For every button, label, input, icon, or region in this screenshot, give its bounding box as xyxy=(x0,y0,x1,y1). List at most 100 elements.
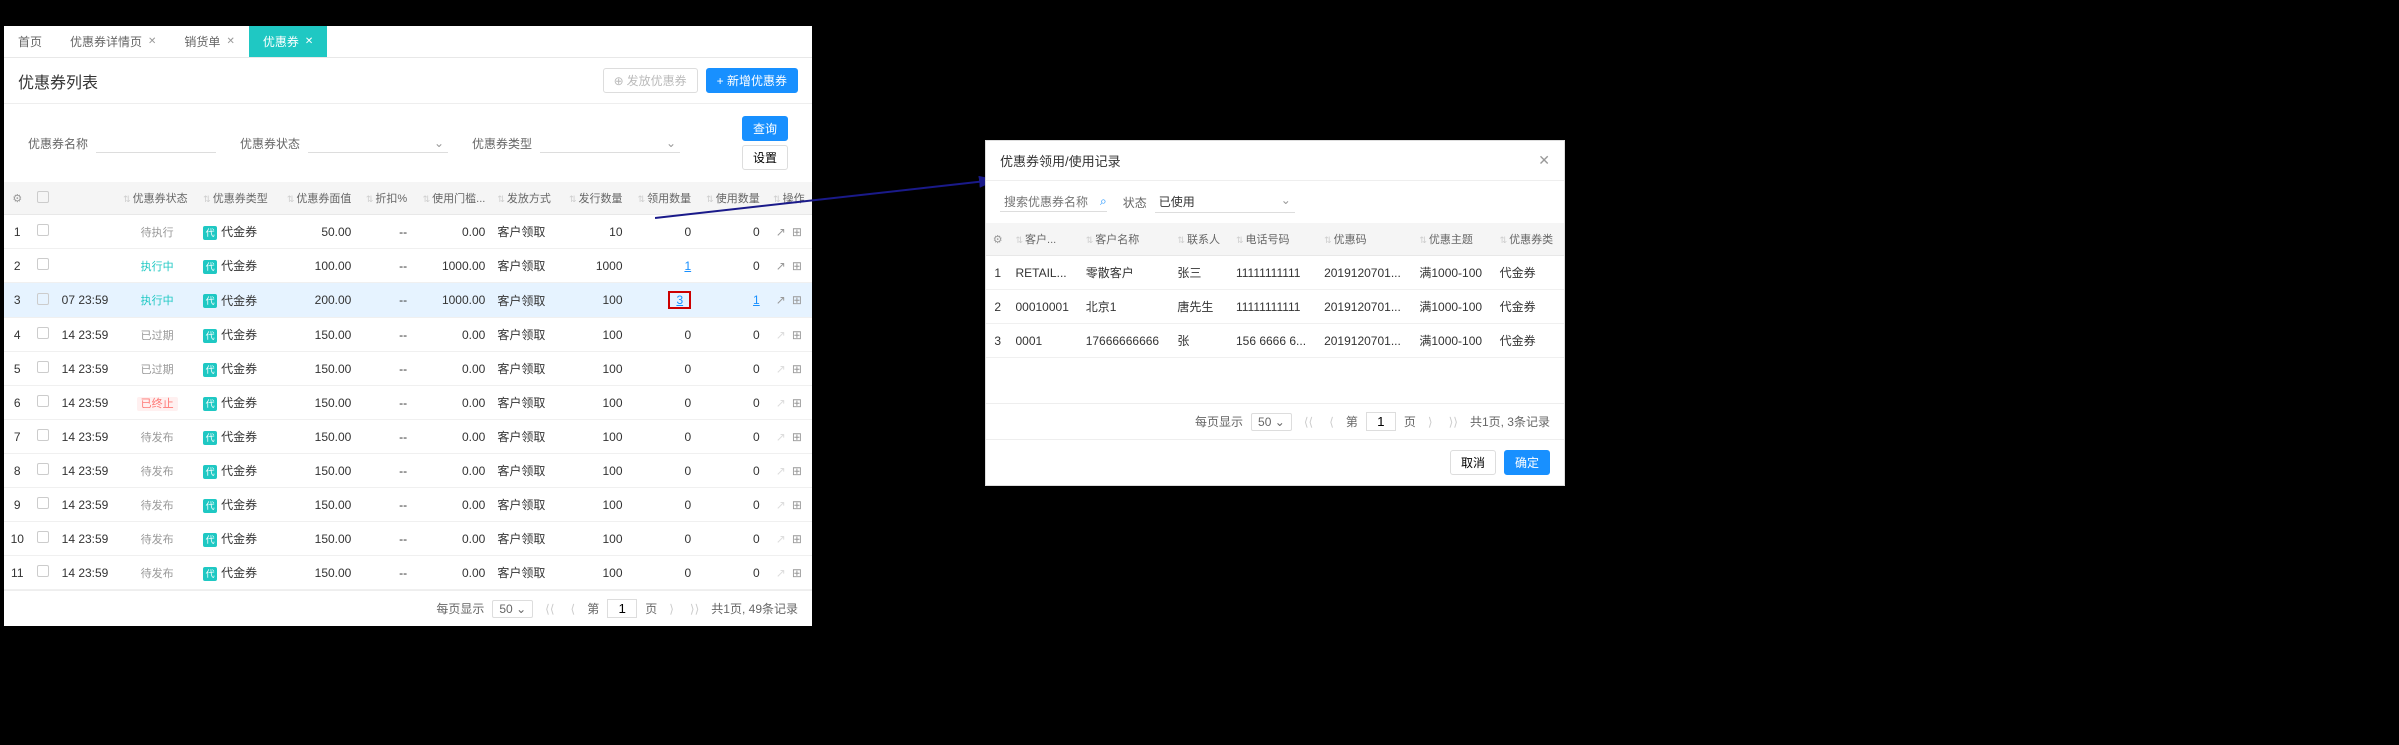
gear-icon[interactable]: ⚙ xyxy=(12,193,22,205)
confirm-button[interactable]: 确定 xyxy=(1504,450,1550,475)
col-header[interactable]: ⇅客户... xyxy=(1009,223,1079,256)
col-header[interactable]: ⇅使用数量 xyxy=(697,182,766,215)
close-icon[interactable]: ✕ xyxy=(1538,152,1550,169)
qr-icon[interactable]: ⊞ xyxy=(792,464,802,478)
col-header[interactable]: ⇅电话号码 xyxy=(1230,223,1318,256)
first-page-icon[interactable]: ⟨⟨ xyxy=(541,602,558,616)
filter-name-input[interactable] xyxy=(96,134,216,153)
issue-coupon-button[interactable]: ⊕发放优惠券 xyxy=(603,68,698,93)
claim-count-link[interactable]: 3 xyxy=(676,293,683,307)
share-icon[interactable]: ↗ xyxy=(776,293,786,307)
table-row[interactable]: 1014 23:59待发布代代金券150.00--0.00客户领取10000↗⊞ xyxy=(4,522,812,556)
col-header[interactable]: ⇅操作 xyxy=(766,182,812,215)
qr-icon[interactable]: ⊞ xyxy=(792,532,802,546)
settings-button[interactable]: 设置 xyxy=(742,145,788,170)
qr-icon[interactable]: ⊞ xyxy=(792,396,802,410)
qr-icon[interactable]: ⊞ xyxy=(792,362,802,376)
prev-page-icon[interactable]: ⟨ xyxy=(1325,415,1338,429)
claim-count-link[interactable]: 1 xyxy=(684,259,691,273)
qr-icon[interactable]: ⊞ xyxy=(792,259,802,273)
modal-page-input[interactable] xyxy=(1366,412,1396,431)
tab-销货单[interactable]: 销货单✕ xyxy=(170,26,248,57)
row-checkbox[interactable] xyxy=(37,293,49,305)
qr-icon[interactable]: ⊞ xyxy=(792,225,802,239)
col-header[interactable]: ⇅优惠券面值 xyxy=(277,182,357,215)
table-row[interactable]: 3000117666666666张156 6666 6...2019120701… xyxy=(986,324,1564,358)
col-header[interactable]: ⇅发行数量 xyxy=(560,182,629,215)
search-icon[interactable]: ⌕ xyxy=(1100,194,1107,209)
table-row[interactable]: 307 23:59执行中代代金券200.00--1000.00客户领取10031… xyxy=(4,283,812,318)
row-checkbox[interactable] xyxy=(37,463,49,475)
col-header[interactable]: ⇅折扣% xyxy=(357,182,413,215)
tab-首页[interactable]: 首页 xyxy=(4,26,56,57)
tab-优惠券[interactable]: 优惠券✕ xyxy=(249,26,327,57)
table-row[interactable]: 200010001北京1唐先生111111111112019120701...满… xyxy=(986,290,1564,324)
col-header[interactable]: ⇅使用门槛... xyxy=(413,182,491,215)
col-header[interactable]: ⇅客户名称 xyxy=(1080,223,1172,256)
share-icon[interactable]: ↗ xyxy=(776,259,786,273)
row-checkbox[interactable] xyxy=(37,395,49,407)
table-row[interactable]: 1待执行代代金券50.00--0.00客户领取1000↗⊞ xyxy=(4,215,812,249)
table-row[interactable]: 2执行中代代金券100.00--1000.00客户领取100010↗⊞ xyxy=(4,249,812,283)
qr-icon[interactable]: ⊞ xyxy=(792,498,802,512)
row-checkbox[interactable] xyxy=(37,361,49,373)
filter-status-label: 优惠券状态 xyxy=(240,135,300,152)
table-row[interactable]: 814 23:59待发布代代金券150.00--0.00客户领取10000↗⊞ xyxy=(4,454,812,488)
col-header[interactable]: ⇅优惠券类 xyxy=(1494,223,1564,256)
add-coupon-button[interactable]: + 新增优惠券 xyxy=(706,68,798,93)
status-badge: 已过期 xyxy=(137,363,178,377)
next-page-icon[interactable]: ⟩ xyxy=(665,602,678,616)
col-header[interactable]: ⇅优惠主题 xyxy=(1413,223,1493,256)
modal-search[interactable]: ⌕ xyxy=(1000,193,1107,212)
last-page-icon[interactable]: ⟩⟩ xyxy=(686,602,703,616)
filter-status-select[interactable]: ⌄ xyxy=(308,134,448,153)
checkbox-all[interactable] xyxy=(37,191,49,203)
row-checkbox[interactable] xyxy=(37,224,49,236)
row-checkbox[interactable] xyxy=(37,429,49,441)
share-icon[interactable]: ↗ xyxy=(776,225,786,239)
table-row[interactable]: 414 23:59已过期代代金券150.00--0.00客户领取10000↗⊞ xyxy=(4,318,812,352)
table-row[interactable]: 714 23:59待发布代代金券150.00--0.00客户领取10000↗⊞ xyxy=(4,420,812,454)
status-badge: 待发布 xyxy=(137,567,178,581)
qr-icon[interactable]: ⊞ xyxy=(792,566,802,580)
last-page-icon[interactable]: ⟩⟩ xyxy=(1445,415,1462,429)
table-row[interactable]: 614 23:59已终止代代金券150.00--0.00客户领取10000↗⊞ xyxy=(4,386,812,420)
modal-search-input[interactable] xyxy=(1000,193,1100,211)
use-count-link[interactable]: 1 xyxy=(753,293,760,307)
per-page-select[interactable]: 50 ⌄ xyxy=(492,600,533,618)
next-page-icon[interactable]: ⟩ xyxy=(1424,415,1437,429)
col-header[interactable]: ⇅优惠码 xyxy=(1318,223,1413,256)
filter-name-label: 优惠券名称 xyxy=(28,135,88,152)
tab-优惠券详情页[interactable]: 优惠券详情页✕ xyxy=(56,26,170,57)
gear-icon[interactable]: ⚙ xyxy=(993,234,1003,246)
col-header[interactable]: ⇅联系人 xyxy=(1171,223,1230,256)
modal-status-select[interactable]: 已使用⌄ xyxy=(1155,191,1295,213)
page-input[interactable] xyxy=(607,599,637,618)
modal-per-page-select[interactable]: 50 ⌄ xyxy=(1251,413,1292,431)
table-row[interactable]: 914 23:59待发布代代金券150.00--0.00客户领取10000↗⊞ xyxy=(4,488,812,522)
status-badge: 已终止 xyxy=(137,397,178,411)
qr-icon[interactable]: ⊞ xyxy=(792,293,802,307)
row-checkbox[interactable] xyxy=(37,258,49,270)
cancel-button[interactable]: 取消 xyxy=(1450,450,1496,475)
close-icon[interactable]: ✕ xyxy=(305,36,313,47)
qr-icon[interactable]: ⊞ xyxy=(792,328,802,342)
row-checkbox[interactable] xyxy=(37,565,49,577)
first-page-icon[interactable]: ⟨⟨ xyxy=(1300,415,1317,429)
row-checkbox[interactable] xyxy=(37,531,49,543)
col-header[interactable]: ⇅优惠券类型 xyxy=(197,182,277,215)
table-row[interactable]: 1RETAIL...零散客户张三111111111112019120701...… xyxy=(986,256,1564,290)
row-checkbox[interactable] xyxy=(37,327,49,339)
col-header[interactable]: ⇅发放方式 xyxy=(491,182,560,215)
prev-page-icon[interactable]: ⟨ xyxy=(567,602,580,616)
row-checkbox[interactable] xyxy=(37,497,49,509)
close-icon[interactable]: ✕ xyxy=(226,36,234,47)
col-header[interactable]: ⇅优惠券状态 xyxy=(117,182,197,215)
table-row[interactable]: 514 23:59已过期代代金券150.00--0.00客户领取10000↗⊞ xyxy=(4,352,812,386)
table-row[interactable]: 1114 23:59待发布代代金券150.00--0.00客户领取10000↗⊞ xyxy=(4,556,812,590)
qr-icon[interactable]: ⊞ xyxy=(792,430,802,444)
col-header[interactable]: ⇅领用数量 xyxy=(629,182,698,215)
close-icon[interactable]: ✕ xyxy=(148,36,156,47)
filter-type-select[interactable]: ⌄ xyxy=(540,134,680,153)
search-button[interactable]: 查询 xyxy=(742,116,788,141)
